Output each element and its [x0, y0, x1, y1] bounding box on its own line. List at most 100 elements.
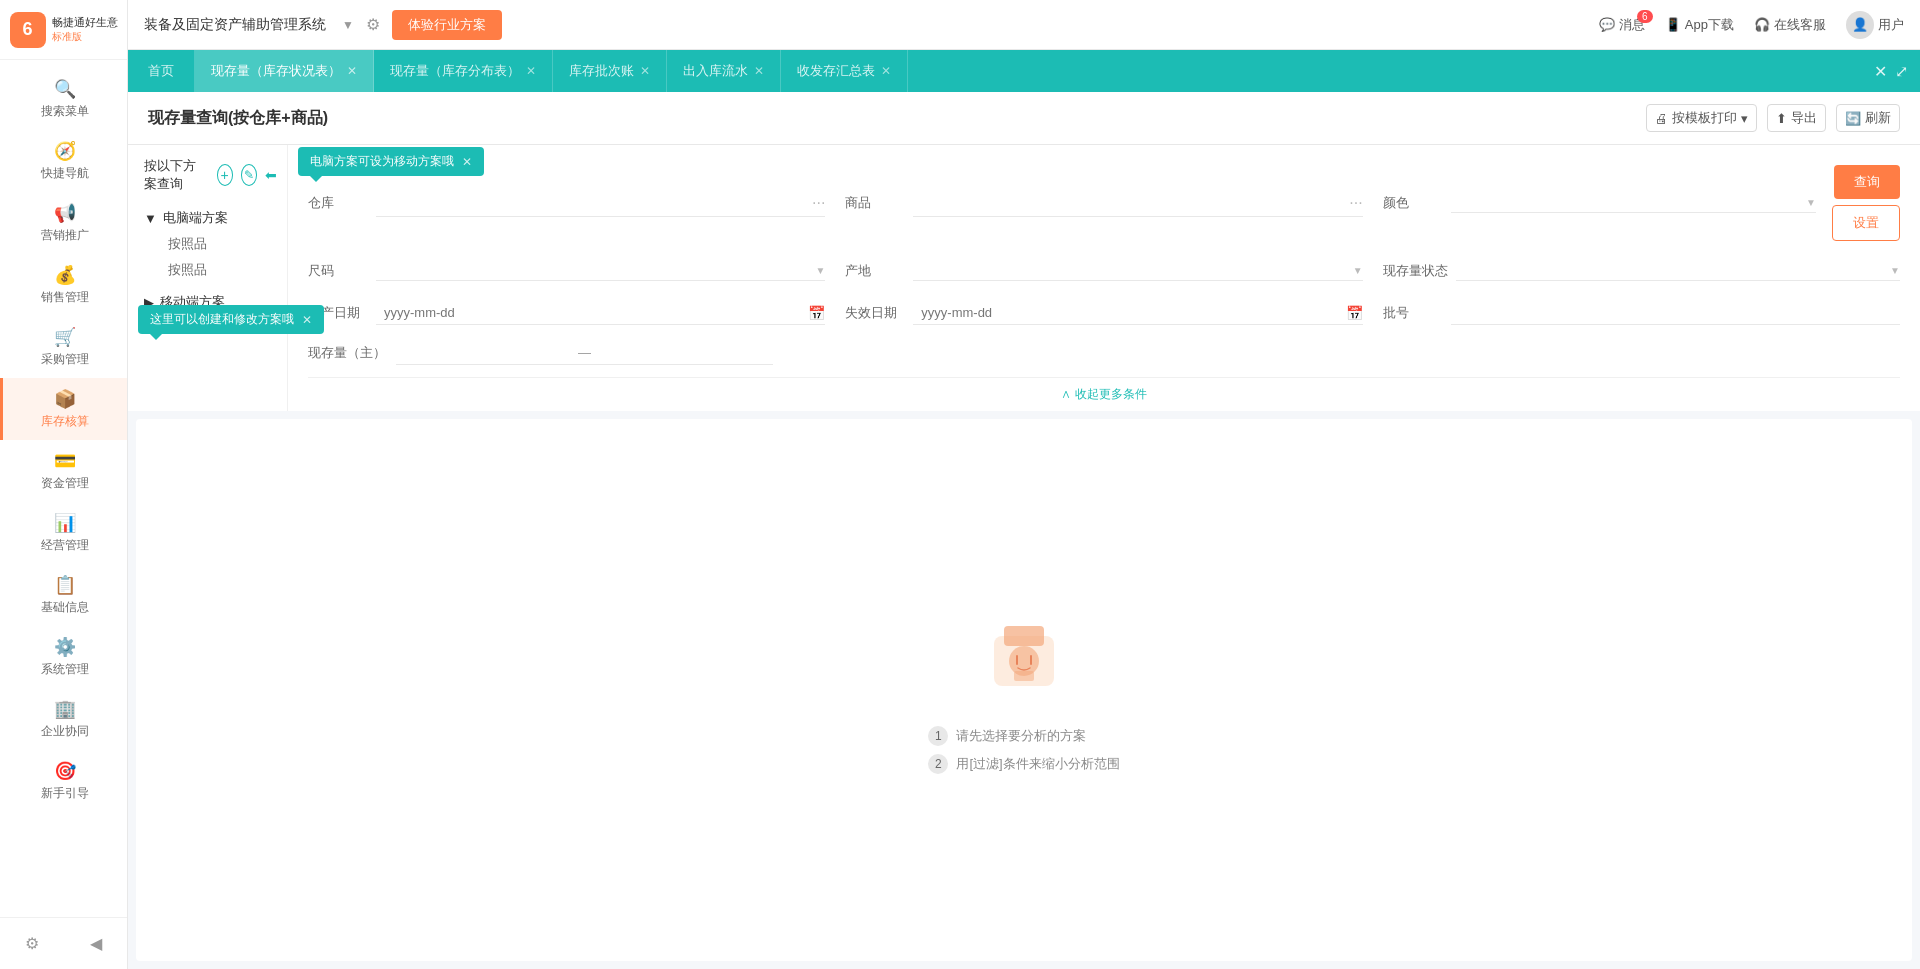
prod-date-input[interactable]	[376, 301, 808, 324]
phone-icon: 📱	[1665, 17, 1681, 32]
tooltip-desktop-scenario: 电脑方案可设为移动方案哦 ✕	[298, 147, 484, 176]
warehouse-dots-icon[interactable]: ···	[812, 194, 825, 212]
filter-inventory-status: 现存量状态 ▼	[1383, 261, 1900, 281]
sidebar-item-label: 新手引导	[41, 785, 89, 802]
scenario-item-warehouse[interactable]: 按照品	[144, 231, 277, 257]
inv-status-arrow-icon[interactable]: ▼	[1890, 265, 1900, 276]
collapse-bar[interactable]: ∧ 收起更多条件	[308, 377, 1900, 411]
qty-range-min-input[interactable]	[396, 345, 572, 360]
top-header: 装备及固定资产辅助管理系统 ▼ ⚙ 体验行业方案 💬 消息 6 📱 App下载 …	[128, 0, 1920, 50]
inventory-status-label: 现存量状态	[1383, 262, 1448, 280]
logo-icon: 6	[10, 12, 46, 48]
origin-label: 产地	[845, 262, 905, 280]
sidebar-item-basic[interactable]: 📋 基础信息	[0, 564, 127, 626]
message-action[interactable]: 💬 消息 6	[1599, 16, 1645, 34]
header-settings-icon[interactable]: ⚙	[366, 15, 380, 34]
filter-section: 按以下方案查询 + ✎ ⬅ 电脑方案可设为移动方案哦 ✕ 这里可以创建和修改方案…	[128, 145, 1920, 411]
color-arrow-icon[interactable]: ▼	[1806, 197, 1816, 208]
tab-inventory-status[interactable]: 现存量（库存状况表） ✕	[195, 50, 374, 92]
tab-close-icon[interactable]: ✕	[526, 64, 536, 78]
qty-range-max-input[interactable]	[597, 345, 773, 360]
step-1-text: 请先选择要分析的方案	[956, 727, 1086, 745]
sidebar-item-system[interactable]: ⚙️ 系统管理	[0, 626, 127, 688]
template-print-button[interactable]: 🖨 按模板打印 ▾	[1646, 104, 1757, 132]
tab-close-icon[interactable]: ✕	[640, 64, 650, 78]
tab-inout-flow[interactable]: 出入库流水 ✕	[667, 50, 781, 92]
reset-button[interactable]: 设置	[1832, 205, 1900, 241]
page-header: 现存量查询(按仓库+商品) 🖨 按模板打印 ▾ ⬆ 导出 🔄 刷新	[128, 92, 1920, 145]
sidebar-item-label: 基础信息	[41, 599, 89, 616]
batch-no-label: 批号	[1383, 304, 1443, 322]
user-label: 用户	[1878, 16, 1904, 34]
scenario-item-product[interactable]: 按照品	[144, 257, 277, 283]
export-button[interactable]: ⬆ 导出	[1767, 104, 1826, 132]
service-label: 在线客服	[1774, 16, 1826, 34]
main-area: 装备及固定资产辅助管理系统 ▼ ⚙ 体验行业方案 💬 消息 6 📱 App下载 …	[128, 0, 1920, 969]
desktop-group-header[interactable]: ▼ 电脑端方案	[144, 205, 277, 231]
sidebar-item-enterprise[interactable]: 🏢 企业协同	[0, 688, 127, 750]
tab-close-all-icon[interactable]: ✕	[1874, 62, 1887, 81]
tooltip-close-btn[interactable]: ✕	[462, 155, 472, 169]
sidebar-item-purchase[interactable]: 🛒 采购管理	[0, 316, 127, 378]
sidebar-item-inventory[interactable]: 📦 库存核算	[0, 378, 127, 440]
tab-close-icon[interactable]: ✕	[347, 64, 357, 78]
filter-qty-range: 现存量（主） —	[308, 341, 708, 365]
product-dots-icon[interactable]: ···	[1349, 194, 1362, 212]
sidebar-bottom: ⚙ ◀	[0, 917, 127, 969]
app-action[interactable]: 📱 App下载	[1665, 16, 1734, 34]
tab-batch-ledger[interactable]: 库存批次账 ✕	[553, 50, 667, 92]
tab-receive-summary[interactable]: 收发存汇总表 ✕	[781, 50, 908, 92]
settings-btn[interactable]: ⚙	[21, 930, 43, 957]
tab-expand-icon[interactable]: ⤢	[1895, 62, 1908, 81]
expire-date-label: 失效日期	[845, 304, 905, 322]
tab-home[interactable]: 首页	[128, 50, 195, 92]
scenario-arrow-icon[interactable]: ⬅	[265, 167, 277, 183]
sidebar-item-search[interactable]: 🔍 搜索菜单	[0, 68, 127, 130]
tab-close-icon[interactable]: ✕	[754, 64, 764, 78]
filter-size: 尺码 ▼	[308, 261, 825, 281]
refresh-button[interactable]: 🔄 刷新	[1836, 104, 1900, 132]
export-icon: ⬆	[1776, 111, 1787, 126]
page-title: 现存量查询(按仓库+商品)	[148, 108, 328, 129]
tab-inout-flow-label: 出入库流水	[683, 62, 748, 80]
tab-batch-ledger-label: 库存批次账	[569, 62, 634, 80]
tab-close-icon[interactable]: ✕	[881, 64, 891, 78]
size-arrow-icon[interactable]: ▼	[815, 265, 825, 276]
sidebar-item-newbie[interactable]: 🎯 新手引导	[0, 750, 127, 812]
empty-state: 1 请先选择要分析的方案 2 用[过滤]条件来缩小分析范围	[136, 419, 1912, 961]
sidebar-item-finance[interactable]: 💳 资金管理	[0, 440, 127, 502]
edit-scenario-btn[interactable]: ✎	[241, 164, 257, 186]
query-button[interactable]: 查询	[1834, 165, 1900, 199]
sidebar-item-label: 采购管理	[41, 351, 89, 368]
tab-inventory-status-label: 现存量（库存状况表）	[211, 62, 341, 80]
header-right: 💬 消息 6 📱 App下载 🎧 在线客服 👤 用户	[1599, 11, 1904, 39]
prod-date-calendar-icon[interactable]: 📅	[808, 305, 825, 321]
size-label: 尺码	[308, 262, 368, 280]
sidebar-item-operation[interactable]: 📊 经营管理	[0, 502, 127, 564]
tab-bar-right: ✕ ⤢	[1862, 62, 1920, 81]
scenario-sidebar: 按以下方案查询 + ✎ ⬅ 电脑方案可设为移动方案哦 ✕ 这里可以创建和修改方案…	[128, 145, 288, 411]
dropdown-icon[interactable]: ▼	[342, 18, 354, 32]
sidebar-item-sales[interactable]: 💰 销售管理	[0, 254, 127, 316]
refresh-label: 刷新	[1865, 109, 1891, 127]
sidebar: 6 畅捷通好生意 标准版 🔍 搜索菜单 🧭 快捷导航 📢 营销推广 💰 销售管理…	[0, 0, 128, 969]
system-name: 装备及固定资产辅助管理系统	[144, 16, 326, 34]
collapse-sidebar-btn[interactable]: ◀	[86, 930, 106, 957]
tab-receive-summary-label: 收发存汇总表	[797, 62, 875, 80]
search-icon: 🔍	[54, 78, 76, 100]
add-scenario-btn[interactable]: +	[217, 164, 233, 186]
message-badge: 6	[1637, 10, 1653, 23]
tooltip-close-btn2[interactable]: ✕	[302, 313, 312, 327]
expire-date-input[interactable]	[913, 301, 1345, 324]
tab-inventory-dist[interactable]: 现存量（库存分布表） ✕	[374, 50, 553, 92]
filter-row1: 仓库 ··· 商品 ···	[308, 157, 1900, 253]
origin-arrow-icon[interactable]: ▼	[1353, 265, 1363, 276]
batch-no-input[interactable]	[1451, 301, 1900, 325]
user-action[interactable]: 👤 用户	[1846, 11, 1904, 39]
service-action[interactable]: 🎧 在线客服	[1754, 16, 1826, 34]
sidebar-item-quick[interactable]: 🧭 快捷导航	[0, 130, 127, 192]
filter-label: 按以下方案查询	[144, 157, 209, 193]
expire-date-calendar-icon[interactable]: 📅	[1346, 305, 1363, 321]
trial-button[interactable]: 体验行业方案	[392, 10, 502, 40]
sidebar-item-marketing[interactable]: 📢 营销推广	[0, 192, 127, 254]
